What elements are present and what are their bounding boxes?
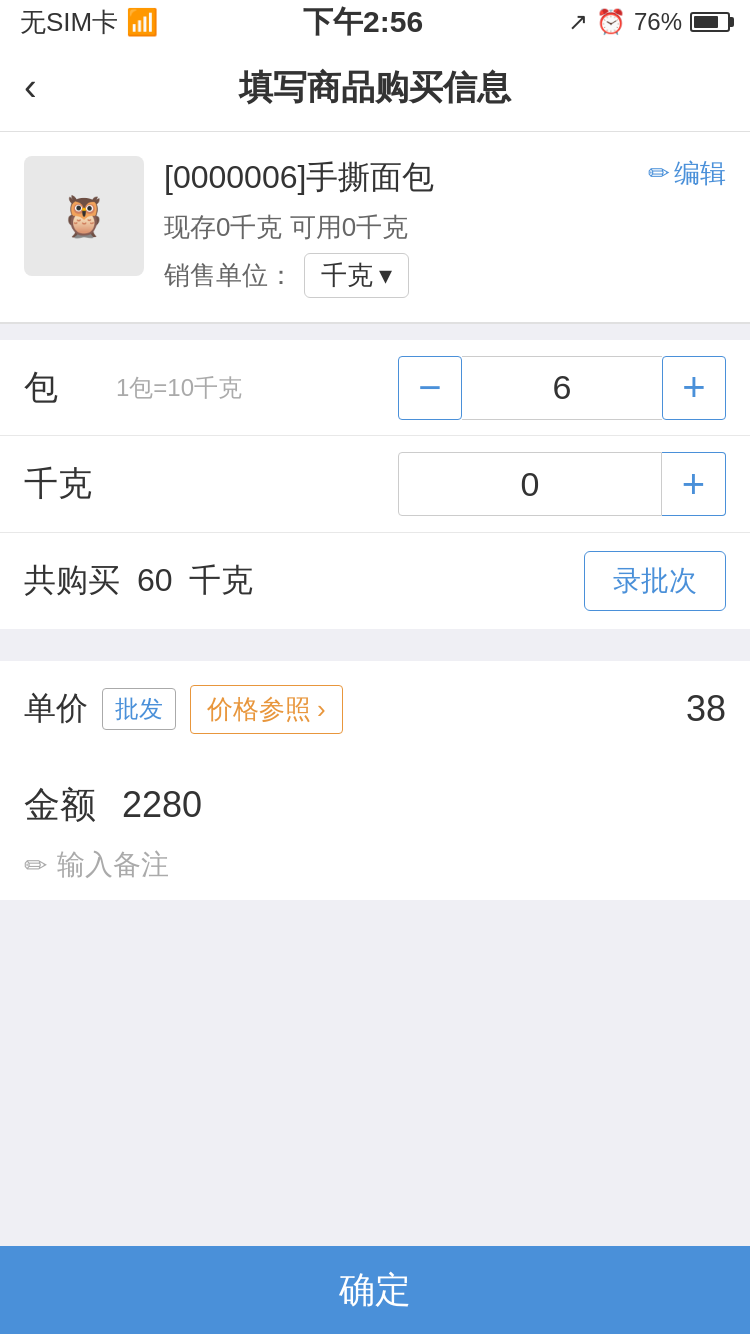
unit-select[interactable]: 千克 ▾ (304, 253, 409, 298)
pencil-icon: ✏ (24, 849, 47, 882)
alarm-icon: ⏰ (596, 8, 626, 36)
confirm-bar[interactable]: 确定 (0, 1246, 750, 1334)
input-section: 包 1包=10千克 − + 千克 + (0, 340, 750, 532)
empty-area (0, 900, 750, 1240)
kg-plus-button[interactable]: + (662, 452, 726, 516)
note-row[interactable]: ✏ 输入备注 (24, 846, 726, 884)
product-name: [0000006]手撕面包 (164, 156, 434, 200)
back-button[interactable]: ‹ (24, 66, 37, 109)
price-tag: 批发 (102, 688, 176, 730)
separator-1 (0, 324, 750, 340)
edit-icon: ✏ (648, 158, 670, 189)
price-label: 单价 (24, 687, 88, 731)
total-text: 共购买 60 千克 (24, 559, 253, 603)
battery-icon (690, 12, 730, 32)
product-info: [0000006]手撕面包 ✏ 编辑 现存0千克 可用0千克 销售单位： 千克 … (164, 156, 726, 298)
bao-label: 包 (24, 365, 104, 411)
chevron-right-icon: › (317, 694, 326, 725)
confirm-button[interactable]: 确定 (339, 1266, 411, 1315)
note-placeholder: 输入备注 (57, 846, 169, 884)
kg-label: 千克 (24, 461, 104, 507)
amount-section: 金额 2280 ✏ 输入备注 (0, 757, 750, 900)
price-ref-button[interactable]: 价格参照 › (190, 685, 343, 734)
status-right: ↗ ⏰ 76% (568, 8, 730, 36)
carrier-text: 无SIM卡 (20, 5, 118, 40)
amount-row: 金额 2280 (24, 781, 726, 830)
bao-row: 包 1包=10千克 − + (0, 340, 750, 436)
wifi-icon: 📶 (126, 7, 158, 38)
page-title: 填写商品购买信息 (239, 65, 511, 111)
product-logo: 🦉 (59, 193, 109, 240)
kg-input-group: + (398, 452, 726, 516)
status-bar: 无SIM卡 📶 下午2:56 ↗ ⏰ 76% (0, 0, 750, 44)
product-stock: 现存0千克 可用0千克 (164, 210, 726, 245)
price-section: 单价 批发 价格参照 › 38 (0, 661, 750, 757)
chevron-down-icon: ▾ (379, 260, 392, 291)
product-image: 🦉 (24, 156, 144, 276)
status-left: 无SIM卡 📶 (20, 5, 158, 40)
status-time: 下午2:56 (303, 2, 423, 43)
product-unit-row: 销售单位： 千克 ▾ (164, 253, 726, 298)
kg-input[interactable] (398, 452, 662, 516)
bao-hint: 1包=10千克 (116, 372, 398, 404)
product-card: 🦉 [0000006]手撕面包 ✏ 编辑 现存0千克 可用0千克 销售单位： 千… (0, 132, 750, 324)
edit-button[interactable]: ✏ 编辑 (648, 156, 726, 191)
location-icon: ↗ (568, 8, 588, 36)
total-amount: 60 (137, 562, 173, 598)
total-section: 共购买 60 千克 录批次 (0, 533, 750, 629)
bao-plus-button[interactable]: + (662, 356, 726, 420)
total-section-wrapper: 共购买 60 千克 录批次 (0, 532, 750, 645)
kg-row: 千克 + (0, 436, 750, 532)
nav-bar: ‹ 填写商品购买信息 (0, 44, 750, 132)
bao-stepper: − + (398, 356, 726, 420)
amount-value: 2280 (122, 784, 202, 825)
batch-button[interactable]: 录批次 (584, 551, 726, 611)
battery-percent: 76% (634, 8, 682, 36)
bao-minus-button[interactable]: − (398, 356, 462, 420)
bao-input[interactable] (462, 356, 662, 420)
price-value: 38 (686, 688, 726, 730)
